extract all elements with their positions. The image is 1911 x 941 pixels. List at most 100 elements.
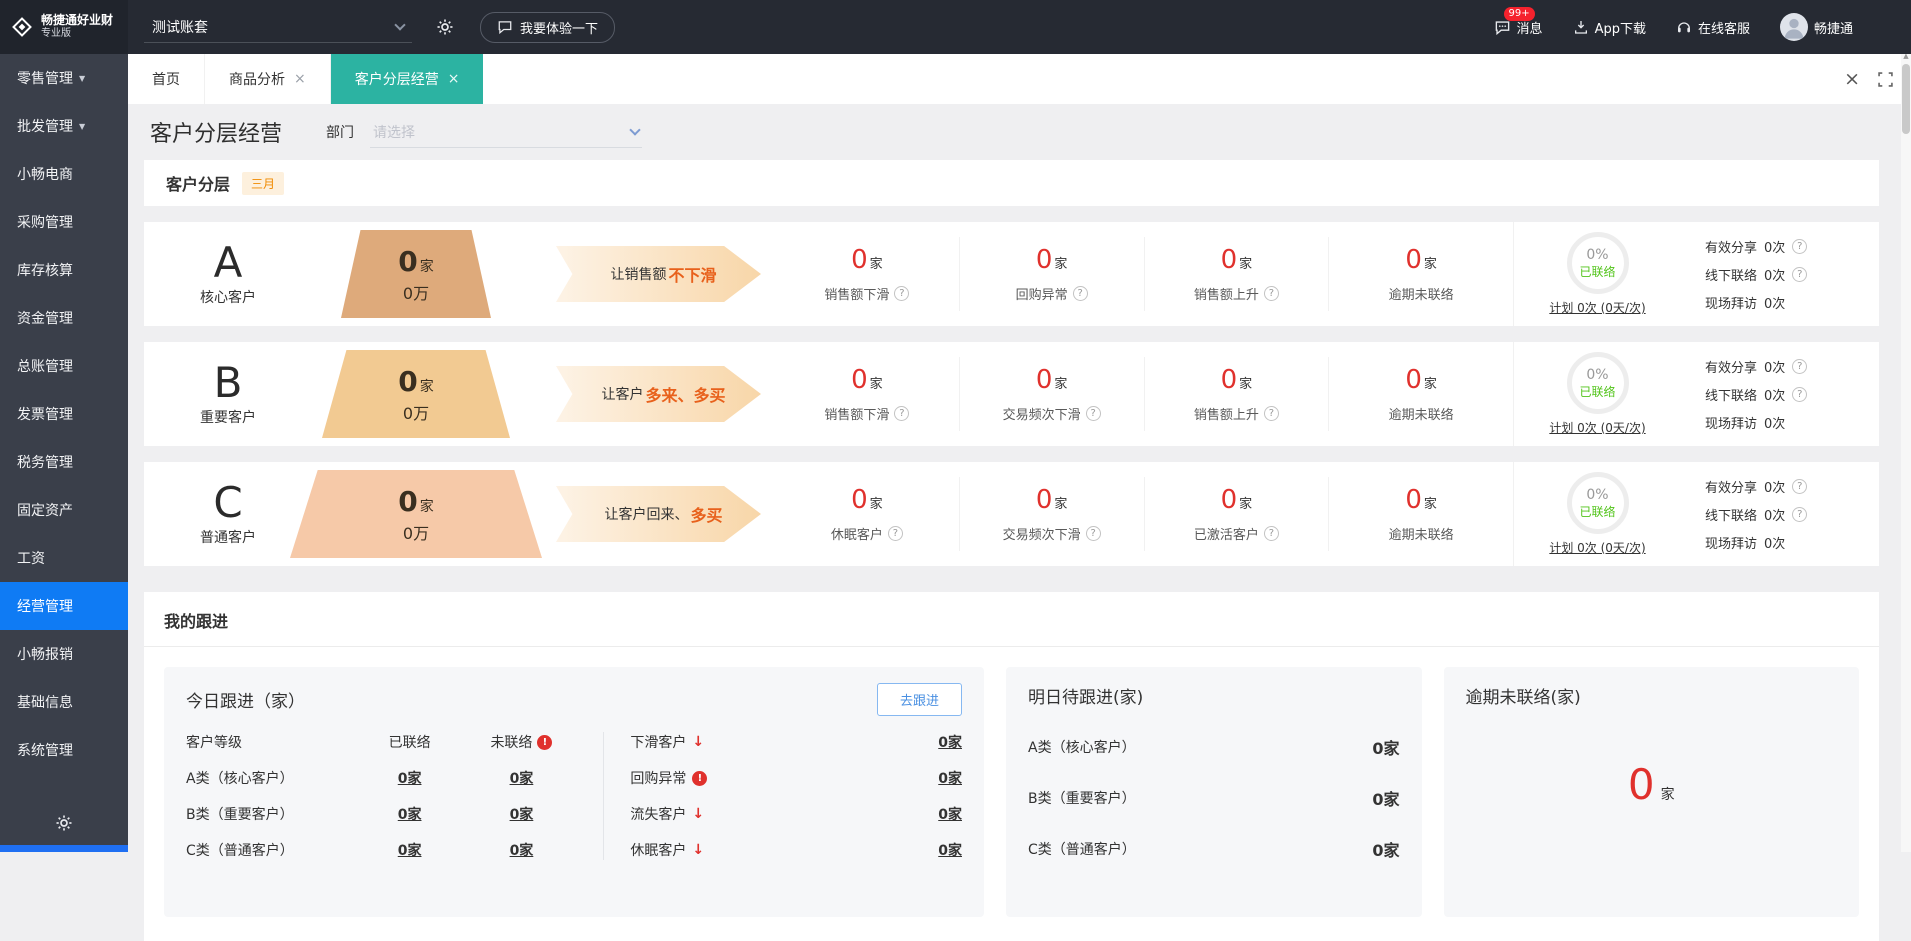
down-arrow-icon: ↓	[692, 806, 704, 822]
help-icon[interactable]: ?	[1264, 406, 1279, 421]
help-icon[interactable]: ?	[1086, 526, 1101, 541]
progress-status: 已联络	[1579, 383, 1615, 400]
sidebar-item-label: 采购管理	[17, 212, 73, 232]
funnel-shape: 0家 0万	[276, 230, 556, 318]
uncontacted-value-link[interactable]: 0家	[466, 768, 578, 788]
stat-label: 逾期未联络	[1389, 524, 1454, 543]
close-icon[interactable]: ×	[294, 71, 306, 87]
sidebar-item-label: 税务管理	[17, 452, 73, 472]
sidebar-item-invoice[interactable]: 发票管理	[0, 390, 128, 438]
help-icon[interactable]: ?	[1792, 359, 1807, 374]
list-item-label: C类（普通客户）	[1028, 839, 1136, 859]
month-tag[interactable]: 三月	[242, 172, 284, 195]
messages-button[interactable]: 99+ 消息	[1494, 18, 1543, 37]
tab-home[interactable]: 首页	[128, 54, 205, 104]
help-icon[interactable]: ?	[894, 286, 909, 301]
sidebar-item-ecommerce[interactable]: 小畅电商	[0, 150, 128, 198]
app-download-button[interactable]: App下载	[1573, 18, 1646, 37]
download-icon	[1573, 19, 1589, 35]
sidebar-item-funds[interactable]: 资金管理	[0, 294, 128, 342]
side-stat-value: 0次	[1764, 357, 1785, 376]
sidebar-item-fixed-assets[interactable]: 固定资产	[0, 486, 128, 534]
settings-gear-icon[interactable]	[436, 18, 454, 36]
sidebar-item-inventory[interactable]: 库存核算	[0, 246, 128, 294]
scrollbar-thumb[interactable]	[1902, 64, 1910, 134]
brand-title: 畅捷通好业财	[41, 13, 113, 28]
stat-label: 休眠客户	[831, 524, 883, 543]
overdue-panel: 逾期未联络(家) 0家	[1444, 667, 1860, 917]
sidebar-gear-icon[interactable]	[0, 801, 128, 845]
sidebar-item-retail[interactable]: 零售管理▼	[0, 54, 128, 102]
contacted-value-link[interactable]: 0家	[354, 840, 466, 860]
uncontacted-value-link[interactable]: 0家	[466, 840, 578, 860]
table-row-level: C类（普通客户）	[186, 840, 354, 860]
sidebar-item-operations[interactable]: 经营管理	[0, 582, 128, 630]
stat-col: 0家 逾期未联络	[1328, 237, 1513, 311]
tab-product-analysis[interactable]: 商品分析 ×	[205, 54, 331, 104]
user-menu[interactable]: 畅捷通	[1780, 13, 1853, 41]
risk-label: 流失客户	[630, 804, 686, 824]
sidebar-item-wholesale[interactable]: 批发管理▼	[0, 102, 128, 150]
help-icon[interactable]: ?	[1264, 526, 1279, 541]
side-stats: 有效分享0次? 线下联络0次? 现场拜访0次	[1681, 237, 1859, 312]
tab-customer-segmentation[interactable]: 客户分层经营×	[331, 54, 484, 104]
help-icon[interactable]: ?	[888, 526, 903, 541]
help-icon[interactable]: ?	[1792, 507, 1807, 522]
col-header-uncontacted: 未联络	[490, 732, 532, 752]
progress-status: 已联络	[1579, 263, 1615, 280]
list-item-value: 0家	[1372, 837, 1399, 861]
stat-col: 0家 销售额下滑?	[775, 237, 959, 311]
stat-value: 0	[1036, 485, 1053, 515]
sidebar-item-salary[interactable]: 工资	[0, 534, 128, 582]
help-icon[interactable]: ?	[1264, 286, 1279, 301]
side-stat-value: 0次	[1764, 533, 1785, 552]
funnel-shape: 0家 0万	[276, 470, 556, 558]
account-set-select[interactable]: 测试账套	[144, 12, 412, 43]
risk-value-link[interactable]: 0家	[938, 732, 962, 752]
fullscreen-icon[interactable]	[1878, 72, 1893, 87]
sidebar-item-tax[interactable]: 税务管理	[0, 438, 128, 486]
stat-col: 0家 销售额上升?	[1144, 237, 1329, 311]
help-icon[interactable]: ?	[1792, 387, 1807, 402]
plan-link[interactable]: 计划 0次 (0天/次)	[1514, 419, 1681, 436]
sidebar-item-label: 零售管理	[17, 68, 73, 88]
stat-value: 0	[1221, 245, 1238, 275]
funnel-shape: 0家 0万	[276, 350, 556, 438]
contact-progress: 0% 已联络 计划 0次 (0天/次)	[1513, 222, 1681, 326]
dept-select[interactable]: 请选择	[370, 117, 642, 148]
tab-label: 商品分析	[229, 69, 285, 89]
sidebar-item-label: 系统管理	[17, 740, 73, 760]
close-icon[interactable]: ×	[448, 71, 460, 87]
tier-letter: B	[180, 362, 276, 404]
help-icon[interactable]: ?	[1792, 239, 1807, 254]
sidebar-item-reimbursement[interactable]: 小畅报销	[0, 630, 128, 678]
online-service-button[interactable]: 在线客服	[1676, 18, 1750, 37]
sidebar-item-purchase[interactable]: 采购管理	[0, 198, 128, 246]
close-all-tabs-icon[interactable]: ×	[1844, 70, 1860, 89]
tier-row-a: A 核心客户 0家 0万 让销售额不下滑 0家 销售额下滑? 0家 回购异	[144, 222, 1879, 326]
contacted-value-link[interactable]: 0家	[354, 804, 466, 824]
plan-link[interactable]: 计划 0次 (0天/次)	[1514, 539, 1681, 556]
help-icon[interactable]: ?	[894, 406, 909, 421]
risk-value-link[interactable]: 0家	[938, 768, 962, 788]
alert-icon: !	[537, 735, 552, 750]
go-followup-button[interactable]: 去跟进	[877, 683, 962, 716]
plan-link[interactable]: 计划 0次 (0天/次)	[1514, 299, 1681, 316]
tier-amount: 0	[403, 404, 413, 423]
side-stat-label: 有效分享	[1705, 237, 1757, 256]
sidebar-item-general-ledger[interactable]: 总账管理	[0, 342, 128, 390]
uncontacted-value-link[interactable]: 0家	[466, 804, 578, 824]
sidebar-item-basic-info[interactable]: 基础信息	[0, 678, 128, 726]
experience-button[interactable]: 我要体验一下	[480, 12, 615, 43]
stat-label: 交易频次下滑	[1003, 404, 1081, 423]
sidebar-item-system[interactable]: 系统管理	[0, 726, 128, 774]
risk-value-link[interactable]: 0家	[938, 840, 962, 860]
help-icon[interactable]: ?	[1792, 267, 1807, 282]
help-icon[interactable]: ?	[1086, 406, 1101, 421]
help-icon[interactable]: ?	[1792, 479, 1807, 494]
contacted-value-link[interactable]: 0家	[354, 768, 466, 788]
sidebar-item-label: 批发管理	[17, 116, 73, 136]
help-icon[interactable]: ?	[1073, 286, 1088, 301]
side-stat-label: 线下联络	[1705, 265, 1757, 284]
risk-value-link[interactable]: 0家	[938, 804, 962, 824]
